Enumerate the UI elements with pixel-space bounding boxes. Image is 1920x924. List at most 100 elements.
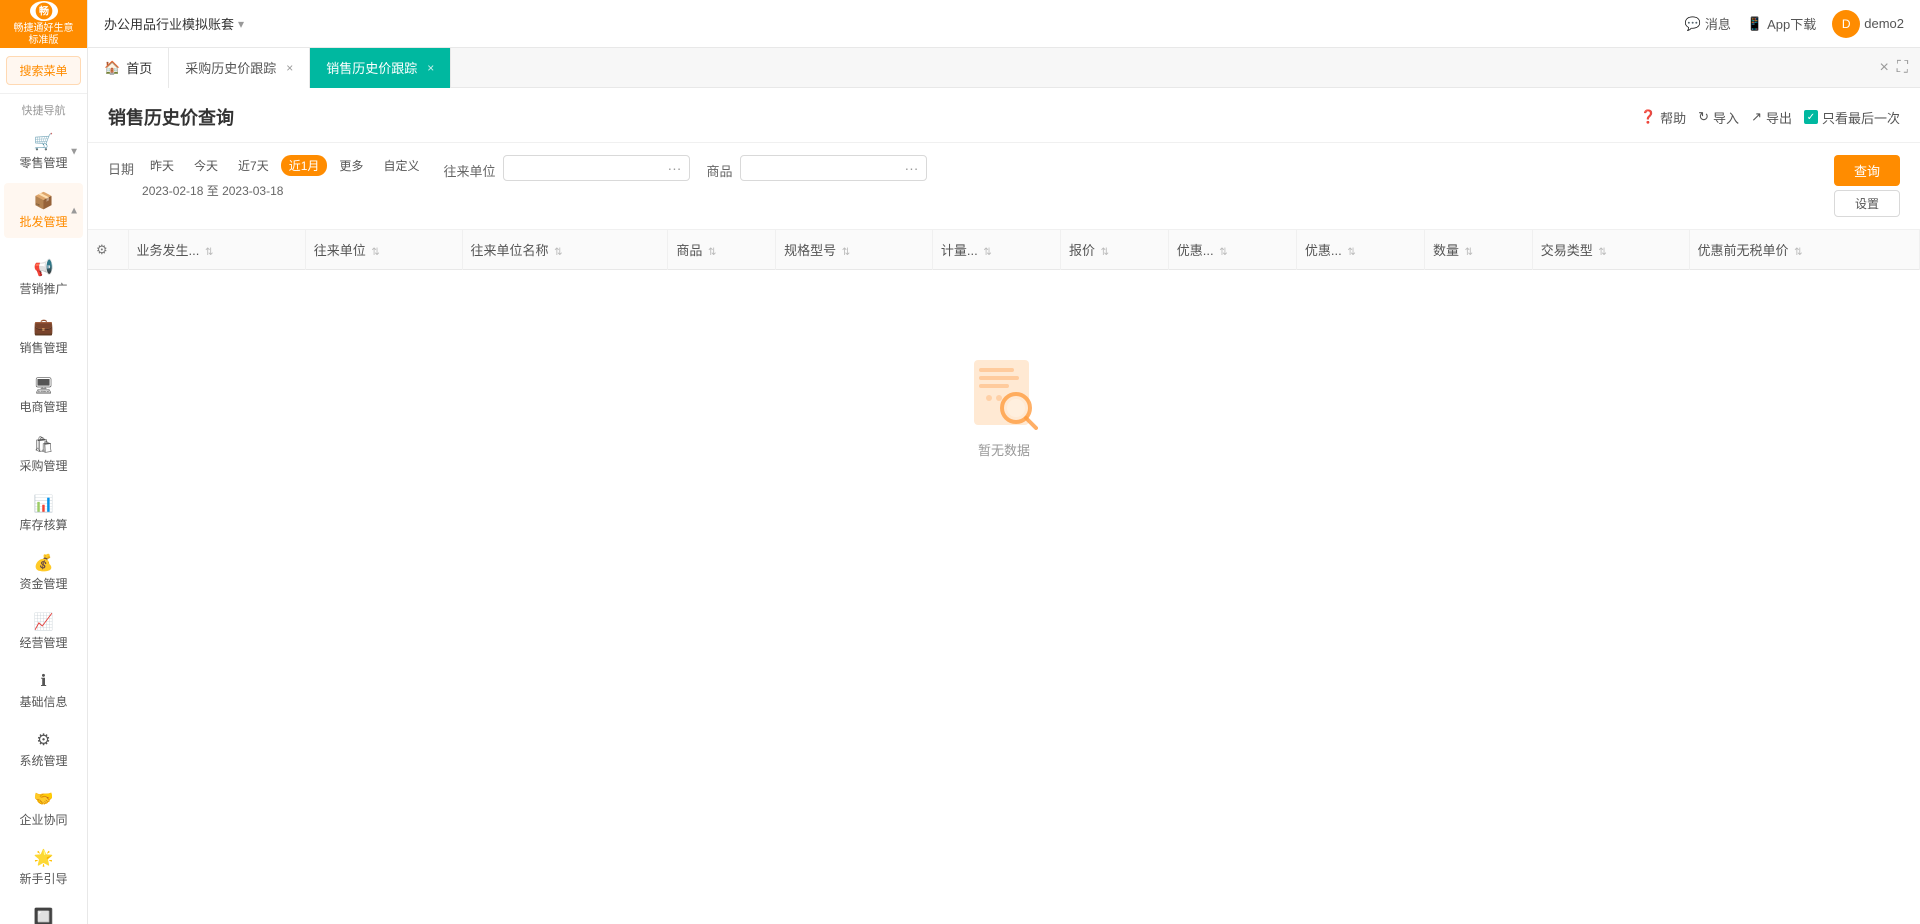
sort-icon: ⇅: [1347, 247, 1355, 258]
today-btn[interactable]: 今天: [186, 155, 226, 176]
import-icon: ↻: [1698, 109, 1709, 125]
date-filter-group: 日期 昨天 今天 近7天 近1月 更多 自定义 2023-02-18 至 202…: [108, 155, 427, 199]
goods-picker-icon[interactable]: ···: [904, 160, 918, 176]
sidebar-item-system[interactable]: ⚙ 系统管理: [4, 722, 83, 777]
basic-icon: ℹ: [40, 671, 46, 691]
sidebar-item-operations-label: 经营管理: [19, 634, 67, 651]
account-selector[interactable]: 办公用品行业模拟账套 ▾: [104, 14, 244, 33]
custom-btn[interactable]: 自定义: [375, 155, 427, 176]
empty-text: 暂无数据: [978, 440, 1030, 459]
goods-input-group[interactable]: ···: [740, 155, 927, 181]
retail-icon: 🛒: [34, 132, 54, 152]
sidebar-item-sales-label: 销售管理: [19, 339, 67, 356]
counterparty-input-group[interactable]: ···: [503, 155, 690, 181]
last7-btn[interactable]: 近7天: [230, 155, 277, 176]
sort-icon: ⇅: [1219, 247, 1227, 258]
sidebar-item-retail-label: 零售管理: [19, 154, 67, 171]
sidebar: 畅 畅捷通好生意 标准版 搜索菜单 快捷导航 🛒 零售管理 ▼ 📦 批发管理 ▲…: [0, 0, 88, 924]
sidebar-item-inventory-label: 库存核算: [19, 516, 67, 533]
page-content: 销售历史价查询 ❓ 帮助 ↻ 导入 ↗ 导出 ✓: [88, 88, 1920, 924]
tab-purchase-close-button[interactable]: ×: [286, 61, 293, 75]
th-quantity[interactable]: 数量 ⇅: [1425, 230, 1533, 270]
sidebar-item-sales[interactable]: 💼 销售管理: [4, 309, 83, 364]
tab-sales-close-button[interactable]: ×: [427, 61, 434, 75]
retail-arrow: ▼: [69, 146, 79, 157]
message-button[interactable]: 💬 消息: [1685, 14, 1731, 33]
page-inner: 销售历史价查询 ❓ 帮助 ↻ 导入 ↗ 导出 ✓: [88, 88, 1920, 924]
th-discount1[interactable]: 优惠... ⇅: [1168, 230, 1296, 270]
last1m-btn[interactable]: 近1月: [281, 155, 328, 176]
sidebar-item-finance[interactable]: 💰 资金管理: [4, 545, 83, 600]
sidebar-item-wholesale[interactable]: 📦 批发管理 ▲: [4, 183, 83, 238]
goods-label: 商品: [706, 157, 732, 180]
sales-icon: 💼: [34, 317, 54, 337]
sidebar-item-marketing[interactable]: 📢 营销推广: [4, 250, 83, 305]
date-filter-label: 日期: [108, 155, 134, 178]
close-all-tabs-button[interactable]: ×: [1879, 59, 1888, 77]
sidebar-search-section: 搜索菜单: [0, 48, 87, 94]
th-counterparty-code[interactable]: 往来单位 ⇅: [305, 230, 462, 270]
th-trade-type[interactable]: 交易类型 ⇅: [1532, 230, 1689, 270]
search-menu-button[interactable]: 搜索菜单: [6, 56, 81, 85]
message-icon: 💬: [1685, 16, 1701, 32]
settings-button[interactable]: 设置: [1834, 190, 1900, 217]
expand-button[interactable]: ⛶: [1897, 59, 1908, 77]
sort-icon: ⇅: [1101, 247, 1109, 258]
gear-icon[interactable]: ⚙: [96, 242, 108, 257]
counterparty-input[interactable]: [512, 161, 667, 175]
sidebar-item-purchase[interactable]: 🛍 采购管理: [4, 427, 83, 482]
svg-text:畅: 畅: [39, 4, 49, 17]
app-version: 标准版: [29, 35, 59, 47]
th-biz-date[interactable]: 业务发生... ⇅: [128, 230, 305, 270]
marketing-icon: 📢: [34, 258, 54, 278]
tab-home[interactable]: 🏠 首页: [88, 48, 169, 88]
phone-icon: 📱: [1747, 16, 1763, 32]
sort-icon: ⇅: [1794, 247, 1802, 258]
sidebar-item-inventory[interactable]: 📊 库存核算: [4, 486, 83, 541]
th-discount2[interactable]: 优惠... ⇅: [1296, 230, 1424, 270]
sidebar-item-operations[interactable]: 📈 经营管理: [4, 604, 83, 659]
only-last-toggle[interactable]: ✓ 只看最后一次: [1804, 108, 1900, 127]
topbar: 办公用品行业模拟账套 ▾ 💬 消息 📱 App下载 D demo2: [88, 0, 1920, 48]
tab-sales-history[interactable]: 销售历史价跟踪 ×: [310, 48, 451, 88]
goods-input[interactable]: [749, 161, 904, 175]
import-button[interactable]: ↻ 导入: [1698, 108, 1739, 127]
inventory-icon: 📊: [34, 494, 54, 514]
th-pretax-price[interactable]: 优惠前无税单价 ⇅: [1689, 230, 1920, 270]
appcenter-icon: 🔲: [34, 907, 54, 924]
sidebar-item-retail[interactable]: 🛒 零售管理 ▼: [4, 124, 83, 179]
app-logo: 畅 畅捷通好生意 标准版: [0, 0, 87, 48]
logo-icon: 畅: [30, 1, 58, 21]
enterprise-icon: 🤝: [34, 789, 54, 809]
help-icon: ❓: [1640, 109, 1656, 125]
sidebar-item-enterprise[interactable]: 🤝 企业协同: [4, 781, 83, 836]
sidebar-item-newbie[interactable]: 🌟 新手引导: [4, 840, 83, 895]
counterparty-label: 往来单位: [443, 157, 495, 180]
help-button[interactable]: ❓ 帮助: [1640, 108, 1686, 127]
query-button[interactable]: 查询: [1834, 155, 1900, 186]
main-content: 办公用品行业模拟账套 ▾ 💬 消息 📱 App下载 D demo2 🏠 首页: [88, 0, 1920, 924]
yesterday-btn[interactable]: 昨天: [142, 155, 182, 176]
tab-purchase-history[interactable]: 采购历史价跟踪 ×: [169, 48, 310, 88]
sidebar-item-basic[interactable]: ℹ 基础信息: [4, 663, 83, 718]
sidebar-item-ecommerce[interactable]: 🖥 电商管理: [4, 368, 83, 423]
th-unit[interactable]: 计量... ⇅: [932, 230, 1060, 270]
sort-icon: ⇅: [1598, 247, 1606, 258]
app-download-button[interactable]: 📱 App下载: [1747, 14, 1816, 33]
sidebar-item-wholesale-label: 批发管理: [19, 213, 67, 230]
th-spec[interactable]: 规格型号 ⇅: [776, 230, 933, 270]
th-settings[interactable]: ⚙: [88, 230, 128, 270]
counterparty-picker-icon[interactable]: ···: [667, 160, 681, 176]
topbar-right: 💬 消息 📱 App下载 D demo2: [1685, 10, 1904, 38]
sidebar-item-enterprise-label: 企业协同: [19, 811, 67, 828]
sidebar-item-system-label: 系统管理: [19, 752, 67, 769]
th-quote[interactable]: 报价 ⇅: [1061, 230, 1169, 270]
export-button[interactable]: ↗ 导出: [1751, 108, 1792, 127]
more-btn[interactable]: 更多: [331, 155, 371, 176]
only-last-checkbox[interactable]: ✓: [1804, 110, 1818, 124]
user-profile[interactable]: D demo2: [1832, 10, 1904, 38]
sidebar-item-appcenter[interactable]: 🔲 应用中心: [4, 899, 83, 924]
th-counterparty-name[interactable]: 往来单位名称 ⇅: [462, 230, 668, 270]
page-title: 销售历史价查询: [108, 104, 234, 130]
th-goods[interactable]: 商品 ⇅: [668, 230, 776, 270]
